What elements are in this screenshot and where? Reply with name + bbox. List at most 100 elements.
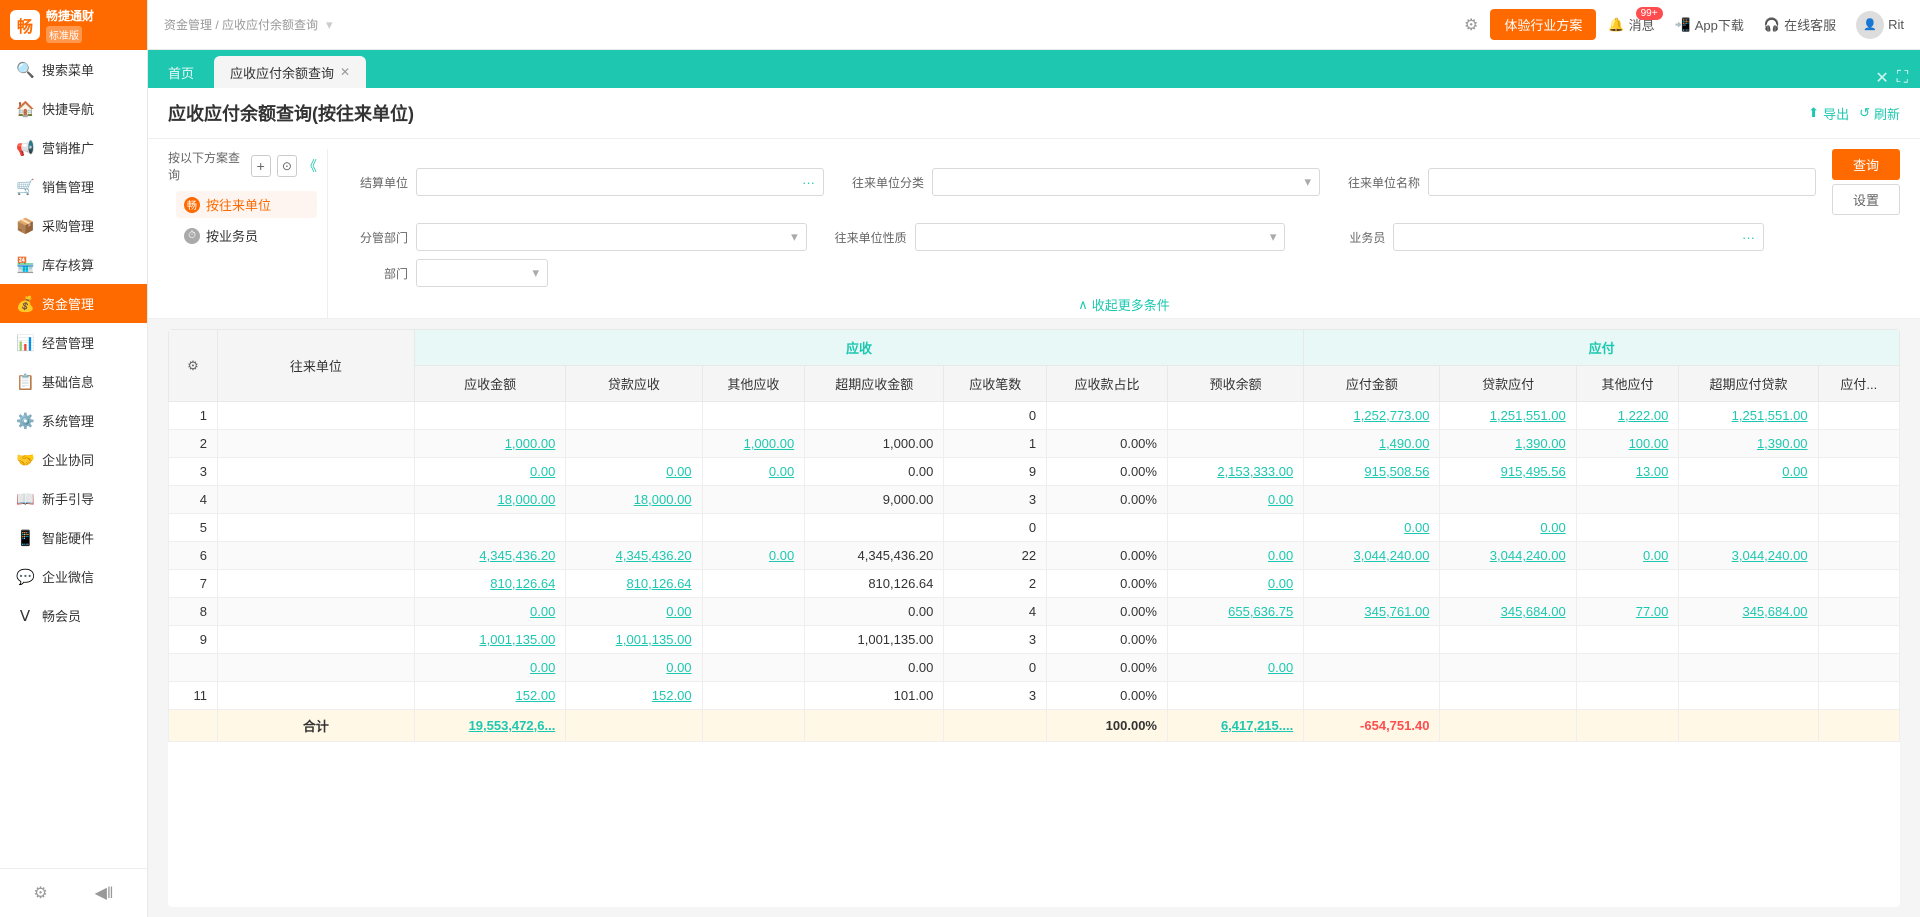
row-ar-amount[interactable]: 152.00 — [414, 682, 565, 710]
row-other-ar[interactable]: 1,000.00 — [702, 430, 805, 458]
setting-button[interactable]: 设置 — [1832, 184, 1900, 215]
row-overdue-ap[interactable]: 345,684.00 — [1679, 598, 1818, 626]
sidebar-item-sales[interactable]: 🛒 销售管理 — [0, 167, 147, 206]
row-overdue-ap[interactable] — [1679, 570, 1818, 598]
row-loan-ar[interactable] — [566, 402, 702, 430]
user-profile[interactable]: 👤 Rit — [1856, 11, 1904, 39]
scheme-item-by-staff[interactable]: ⏱ 按业务员 — [176, 222, 317, 249]
row-ar-amount[interactable]: 4,345,436.20 — [414, 542, 565, 570]
row-loan-ar[interactable] — [566, 430, 702, 458]
sidebar-item-hardware[interactable]: 📱 智能硬件 — [0, 518, 147, 557]
row-overdue-ap[interactable]: 0.00 — [1679, 458, 1818, 486]
row-prepay[interactable]: 2,153,333.00 — [1167, 458, 1303, 486]
row-loan-ap[interactable]: 3,044,240.00 — [1440, 542, 1576, 570]
export-button[interactable]: ⬆ 导出 — [1808, 104, 1849, 123]
sidebar-item-purchase[interactable]: 📦 采购管理 — [0, 206, 147, 245]
dept-manage-input[interactable]: ▾ — [416, 223, 807, 251]
row-overdue-ap[interactable] — [1679, 626, 1818, 654]
table-gear-icon[interactable]: ⚙ — [179, 352, 207, 380]
online-service-button[interactable]: 🎧 在线客服 — [1764, 15, 1836, 34]
row-overdue-ap[interactable] — [1679, 514, 1818, 542]
row-ar-amount[interactable]: 0.00 — [414, 598, 565, 626]
dept-input[interactable]: ▾ — [416, 259, 548, 287]
row-ar-amount[interactable]: 810,126.64 — [414, 570, 565, 598]
salesperson-input[interactable]: ··· — [1393, 223, 1764, 251]
tab-maximize-icon[interactable]: ⛶ — [1897, 69, 1908, 87]
row-loan-ar[interactable]: 4,345,436.20 — [566, 542, 702, 570]
row-prepay[interactable]: 0.00 — [1167, 570, 1303, 598]
scheme-add-button[interactable]: + — [251, 155, 271, 177]
row-other-ap[interactable] — [1576, 514, 1679, 542]
row-other-ap[interactable] — [1576, 654, 1679, 682]
row-other-ar[interactable] — [702, 570, 805, 598]
row-ap-amount[interactable]: 345,761.00 — [1304, 598, 1440, 626]
sidebar-item-member[interactable]: Ⅴ 畅会员 — [0, 596, 147, 635]
row-loan-ar[interactable]: 0.00 — [566, 598, 702, 626]
row-ar-amount[interactable]: 0.00 — [414, 458, 565, 486]
row-ap-amount[interactable] — [1304, 486, 1440, 514]
sidebar-item-search[interactable]: 🔍 搜索菜单 — [0, 50, 147, 89]
row-other-ap[interactable] — [1576, 570, 1679, 598]
row-prepay[interactable] — [1167, 682, 1303, 710]
row-loan-ap[interactable] — [1440, 654, 1576, 682]
app-download-button[interactable]: 📲 App下载 — [1675, 15, 1744, 34]
row-overdue-ap[interactable] — [1679, 654, 1818, 682]
row-ap-amount[interactable]: 1,252,773.00 — [1304, 402, 1440, 430]
row-ar-amount[interactable]: 18,000.00 — [414, 486, 565, 514]
row-loan-ar[interactable]: 810,126.64 — [566, 570, 702, 598]
row-overdue-ap[interactable] — [1679, 486, 1818, 514]
tab-home[interactable]: 首页 — [148, 56, 214, 88]
sidebar-item-inventory[interactable]: 🏪 库存核算 — [0, 245, 147, 284]
row-other-ar[interactable] — [702, 402, 805, 430]
row-overdue-ap[interactable] — [1679, 682, 1818, 710]
salesperson-dots-icon[interactable]: ··· — [1742, 230, 1755, 245]
row-loan-ap[interactable]: 1,390.00 — [1440, 430, 1576, 458]
row-ap-amount[interactable] — [1304, 682, 1440, 710]
collapse-more-button[interactable]: ∧ 收起更多条件 — [348, 291, 1900, 318]
sidebar-item-guide[interactable]: 📖 新手引导 — [0, 479, 147, 518]
row-other-ap[interactable] — [1576, 682, 1679, 710]
sidebar-item-finance[interactable]: 💰 资金管理 — [0, 284, 147, 323]
row-overdue-ap[interactable]: 1,251,551.00 — [1679, 402, 1818, 430]
row-other-ap[interactable]: 100.00 — [1576, 430, 1679, 458]
unit-nature-input[interactable]: ▾ — [915, 223, 1286, 251]
row-prepay[interactable]: 0.00 — [1167, 542, 1303, 570]
row-loan-ar[interactable]: 152.00 — [566, 682, 702, 710]
row-loan-ar[interactable] — [566, 514, 702, 542]
row-prepay[interactable] — [1167, 626, 1303, 654]
scheme-settings-icon[interactable]: ⊙ — [277, 155, 297, 177]
row-ap-amount[interactable] — [1304, 654, 1440, 682]
row-prepay[interactable] — [1167, 402, 1303, 430]
breadcrumb-expand-icon[interactable]: ▾ — [326, 17, 333, 33]
row-ar-amount[interactable]: 1,000.00 — [414, 430, 565, 458]
row-other-ar[interactable]: 0.00 — [702, 458, 805, 486]
row-ar-amount[interactable]: 0.00 — [414, 654, 565, 682]
row-other-ap[interactable] — [1576, 486, 1679, 514]
sidebar-item-cooperation[interactable]: 🤝 企业协同 — [0, 440, 147, 479]
row-other-ap[interactable]: 13.00 — [1576, 458, 1679, 486]
row-ap-amount[interactable]: 3,044,240.00 — [1304, 542, 1440, 570]
row-ap-amount[interactable] — [1304, 570, 1440, 598]
refresh-button[interactable]: ↺ 刷新 — [1859, 104, 1900, 123]
row-ar-amount[interactable] — [414, 402, 565, 430]
row-loan-ar[interactable]: 0.00 — [566, 458, 702, 486]
settlement-dots-icon[interactable]: ··· — [802, 175, 815, 190]
row-loan-ap[interactable] — [1440, 570, 1576, 598]
row-loan-ap[interactable] — [1440, 486, 1576, 514]
row-prepay[interactable] — [1167, 430, 1303, 458]
tab-close-icon[interactable]: ✕ — [340, 65, 350, 79]
row-other-ar[interactable] — [702, 598, 805, 626]
row-prepay[interactable]: 0.00 — [1167, 486, 1303, 514]
row-other-ap[interactable]: 0.00 — [1576, 542, 1679, 570]
scheme-collapse-icon[interactable]: 《 — [303, 156, 317, 176]
row-other-ap[interactable]: 1,222.00 — [1576, 402, 1679, 430]
row-loan-ar[interactable]: 18,000.00 — [566, 486, 702, 514]
sidebar-item-quick[interactable]: 🏠 快捷导航 — [0, 89, 147, 128]
row-other-ar[interactable] — [702, 486, 805, 514]
table-gear-header[interactable]: ⚙ — [169, 330, 218, 402]
row-prepay[interactable]: 0.00 — [1167, 654, 1303, 682]
sidebar-item-business[interactable]: 📊 经营管理 — [0, 323, 147, 362]
collapse-button[interactable]: ◀‖ — [91, 879, 118, 907]
row-other-ar[interactable]: 0.00 — [702, 542, 805, 570]
row-loan-ar[interactable]: 1,001,135.00 — [566, 626, 702, 654]
